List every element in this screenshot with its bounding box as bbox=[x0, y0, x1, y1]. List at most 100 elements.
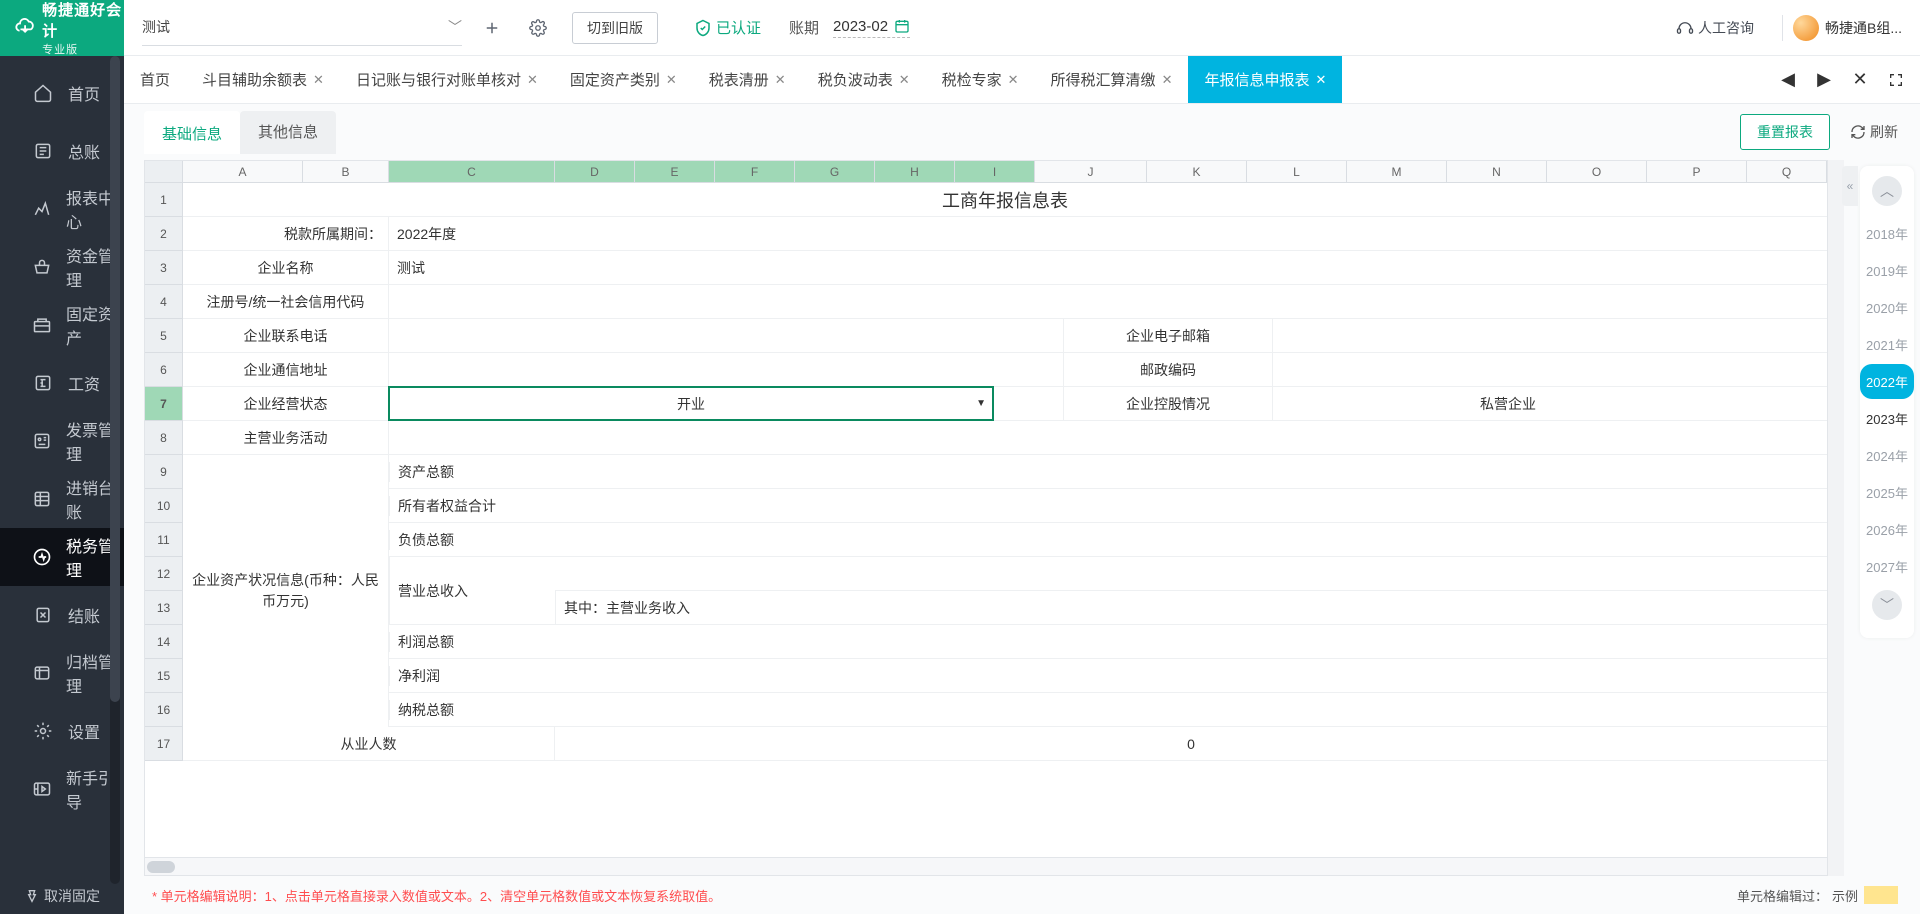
row-5[interactable]: 5企业联系电话企业电子邮箱 bbox=[145, 319, 1827, 353]
row-4[interactable]: 4注册号/统一社会信用代码 bbox=[145, 285, 1827, 319]
tab-close-icon[interactable]: ✕ bbox=[1162, 72, 1173, 88]
tab-0[interactable]: 首页 bbox=[124, 56, 186, 103]
year-2021年[interactable]: 2021年 bbox=[1860, 327, 1914, 362]
col-header-A[interactable]: A bbox=[183, 161, 303, 182]
year-2024年[interactable]: 2024年 bbox=[1860, 438, 1914, 473]
col-header-H[interactable]: H bbox=[875, 161, 955, 182]
row-header[interactable]: 7 bbox=[145, 387, 183, 421]
tabs-prev-icon[interactable]: ◀ bbox=[1770, 56, 1806, 103]
col-header-M[interactable]: M bbox=[1347, 161, 1447, 182]
reset-report-button[interactable]: 重置报表 bbox=[1740, 114, 1830, 150]
row-header[interactable]: 15 bbox=[145, 659, 183, 693]
row-header[interactable]: 17 bbox=[145, 727, 183, 761]
row-header[interactable]: 11 bbox=[145, 523, 183, 557]
row-header[interactable]: 5 bbox=[145, 319, 183, 353]
sheet-vscroll[interactable] bbox=[1828, 160, 1844, 876]
tab-close-icon[interactable]: ✕ bbox=[775, 72, 786, 88]
tab-7[interactable]: 所得税汇算清缴✕ bbox=[1035, 56, 1189, 103]
sidebar-item-0[interactable]: 首页 bbox=[0, 64, 124, 122]
select-all-corner[interactable] bbox=[145, 161, 183, 182]
account-selector[interactable]: 测试 ﹀ bbox=[142, 10, 462, 46]
row-14[interactable]: 14利润总额 bbox=[145, 625, 1827, 659]
sidebar-item-8[interactable]: 税务管理 bbox=[0, 528, 124, 586]
col-header-L[interactable]: L bbox=[1247, 161, 1347, 182]
row-header[interactable]: 16 bbox=[145, 693, 183, 727]
year-2026年[interactable]: 2026年 bbox=[1860, 512, 1914, 547]
row-header[interactable]: 14 bbox=[145, 625, 183, 659]
settings-icon[interactable] bbox=[522, 12, 554, 44]
year-prev-icon[interactable]: ︿ bbox=[1872, 176, 1902, 206]
row-11[interactable]: 11负债总额 bbox=[145, 523, 1827, 557]
tab-8[interactable]: 年报信息申报表✕ bbox=[1188, 56, 1342, 103]
sidebar-item-1[interactable]: 总账 bbox=[0, 122, 124, 180]
row-7[interactable]: 7企业经营状态开业▼企业控股情况私营企业 bbox=[145, 387, 1827, 421]
tab-close-icon[interactable]: ✕ bbox=[527, 72, 538, 88]
switch-old-button[interactable]: 切到旧版 bbox=[572, 12, 658, 44]
period-picker[interactable]: 2023-02 bbox=[833, 18, 910, 38]
row-1[interactable]: 1工商年报信息表 bbox=[145, 183, 1827, 217]
tab-close-icon[interactable]: ✕ bbox=[1008, 72, 1019, 88]
subtab-basic[interactable]: 基础信息 bbox=[144, 111, 240, 154]
tab-1[interactable]: 斗目辅助余额表✕ bbox=[186, 56, 340, 103]
col-header-G[interactable]: G bbox=[795, 161, 875, 182]
tab-close-icon[interactable]: ✕ bbox=[1315, 72, 1326, 88]
unpin-button[interactable]: 取消固定 bbox=[0, 878, 124, 914]
col-header-O[interactable]: O bbox=[1547, 161, 1647, 182]
user-menu[interactable]: 畅捷通B组... bbox=[1793, 15, 1902, 41]
year-rail-collapse-icon[interactable]: « bbox=[1842, 166, 1858, 206]
col-header-F[interactable]: F bbox=[715, 161, 795, 182]
row-2[interactable]: 2税款所属期间：2022年度 bbox=[145, 217, 1827, 251]
tab-3[interactable]: 固定资产类别✕ bbox=[554, 56, 693, 103]
row-header[interactable]: 4 bbox=[145, 285, 183, 319]
year-2025年[interactable]: 2025年 bbox=[1860, 475, 1914, 510]
col-header-Q[interactable]: Q bbox=[1747, 161, 1827, 182]
sidebar-item-10[interactable]: 归档管理 bbox=[0, 644, 124, 702]
sidebar-item-11[interactable]: 设置 bbox=[0, 702, 124, 760]
status-dropdown[interactable]: 开业▼ bbox=[388, 386, 994, 421]
sidebar-item-4[interactable]: 固定资产 bbox=[0, 296, 124, 354]
row-10[interactable]: 10所有者权益合计 bbox=[145, 489, 1827, 523]
row-17[interactable]: 17从业人数0 bbox=[145, 727, 1827, 761]
row-16[interactable]: 16纳税总额 bbox=[145, 693, 1827, 727]
row-header[interactable]: 2 bbox=[145, 217, 183, 251]
col-header-I[interactable]: I bbox=[955, 161, 1035, 182]
year-2022年[interactable]: 2022年 bbox=[1860, 364, 1914, 399]
col-header-B[interactable]: B bbox=[303, 161, 389, 182]
col-header-E[interactable]: E bbox=[635, 161, 715, 182]
tab-6[interactable]: 税检专家✕ bbox=[926, 56, 1035, 103]
col-header-N[interactable]: N bbox=[1447, 161, 1547, 182]
sidebar-item-9[interactable]: 结账 bbox=[0, 586, 124, 644]
tab-close-icon[interactable]: ✕ bbox=[313, 72, 324, 88]
add-icon[interactable] bbox=[476, 12, 508, 44]
row-header[interactable]: 6 bbox=[145, 353, 183, 387]
col-header-J[interactable]: J bbox=[1035, 161, 1147, 182]
spreadsheet[interactable]: ABCDEFGHIJKLMNOPQ 1工商年报信息表2税款所属期间：2022年度… bbox=[144, 160, 1828, 876]
sidebar-item-12[interactable]: 新手引导 bbox=[0, 760, 124, 818]
sidebar-item-7[interactable]: 进销台账 bbox=[0, 470, 124, 528]
sidebar-scrollbar[interactable] bbox=[110, 56, 120, 884]
subtab-other[interactable]: 其他信息 bbox=[240, 111, 336, 154]
tab-2[interactable]: 日记账与银行对账单核对✕ bbox=[340, 56, 554, 103]
sidebar-item-2[interactable]: 报表中心 bbox=[0, 180, 124, 238]
col-header-C[interactable]: C bbox=[389, 161, 555, 182]
col-header-P[interactable]: P bbox=[1647, 161, 1747, 182]
row-header[interactable]: 8 bbox=[145, 421, 183, 455]
refresh-button[interactable]: 刷新 bbox=[1850, 122, 1898, 142]
row-header[interactable]: 1 bbox=[145, 183, 183, 217]
row-header[interactable]: 9 bbox=[145, 455, 183, 489]
tabs-next-icon[interactable]: ▶ bbox=[1806, 56, 1842, 103]
row-header[interactable]: 3 bbox=[145, 251, 183, 285]
row-9[interactable]: 9资产总额 bbox=[145, 455, 1827, 489]
tab-5[interactable]: 税负波动表✕ bbox=[802, 56, 926, 103]
row-15[interactable]: 15净利润 bbox=[145, 659, 1827, 693]
row-header[interactable]: 12 bbox=[145, 557, 183, 591]
col-header-D[interactable]: D bbox=[555, 161, 635, 182]
year-next-icon[interactable]: ﹀ bbox=[1872, 590, 1902, 620]
consult-button[interactable]: 人工咨询 bbox=[1676, 18, 1754, 38]
fullscreen-icon[interactable] bbox=[1878, 56, 1914, 103]
tab-close-icon[interactable]: ✕ bbox=[899, 72, 910, 88]
year-2018年[interactable]: 2018年 bbox=[1860, 216, 1914, 251]
tab-close-icon[interactable]: ✕ bbox=[666, 72, 677, 88]
year-2027年[interactable]: 2027年 bbox=[1860, 549, 1914, 584]
year-2019年[interactable]: 2019年 bbox=[1860, 253, 1914, 288]
